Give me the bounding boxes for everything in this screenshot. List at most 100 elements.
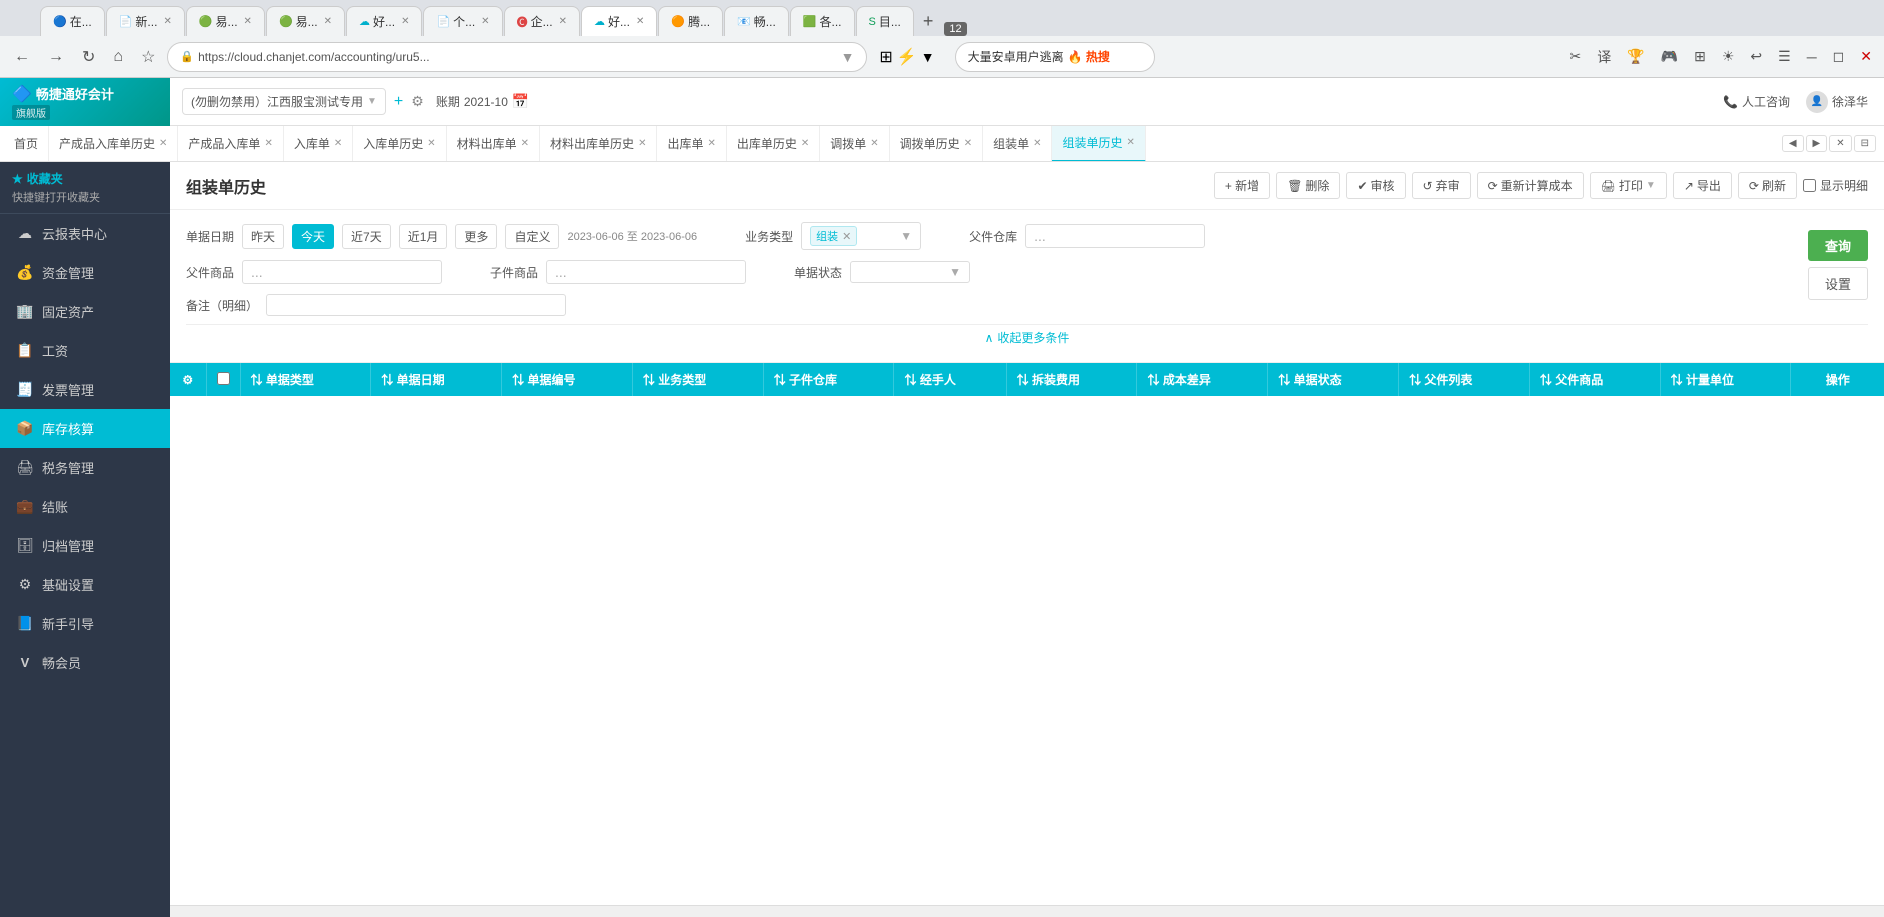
date-btn-custom[interactable]: 自定义 [505,224,559,249]
export-button[interactable]: ↗ 导出 [1673,172,1732,199]
date-btn-1month[interactable]: 近1月 [399,224,448,249]
th-biz-type[interactable]: ⇅ 业务类型 [632,363,763,396]
delete-button[interactable]: 🗑 删除 [1276,172,1340,199]
browser-tab-8[interactable]: ☁ 好... ✕ [581,6,657,36]
filter-settings-button[interactable]: 设置 [1808,267,1868,300]
nav-tab-close-in-history[interactable]: ✕ [427,138,435,149]
browser-tab-12[interactable]: S 目... [856,6,914,36]
biz-type-dropdown[interactable]: ▼ [900,229,912,243]
browser-tab-9[interactable]: 🟠 腾... [658,6,723,36]
recalculate-button[interactable]: ⟳ 重新计算成本 [1477,172,1584,199]
nav-more[interactable]: ⊟ [1854,135,1876,152]
nav-tab-close-assemble[interactable]: ✕ [1033,138,1041,149]
add-company-button[interactable]: + [390,89,407,115]
nav-tab-close-assemble-history[interactable]: ✕ [1127,137,1135,148]
th-date[interactable]: ⇅ 单据日期 [371,363,502,396]
nav-tab-close-out[interactable]: ✕ [707,138,715,149]
th-number[interactable]: ⇅ 单据编号 [502,363,633,396]
sidebar-item-basic-setting[interactable]: ⚙ 基础设置 [0,565,170,604]
nav-scroll-right[interactable]: ▶ [1806,135,1828,152]
bookmark-button[interactable]: ☆ [135,43,161,71]
audit-button[interactable]: ✔ 审核 [1346,172,1405,199]
settings-icon-header[interactable]: ⚙ [407,89,428,114]
th-type[interactable]: ⇅ 单据类型 [240,363,371,396]
status-select[interactable]: ▼ [850,261,970,283]
th-unit[interactable]: ⇅ 计量单位 [1660,363,1791,396]
browser-tab-11[interactable]: 🟩 各... [790,6,855,36]
company-selector[interactable]: (勿删勿禁用）江西服宝测试专用 ▼ [182,88,386,115]
brightness-icon[interactable]: ☀ [1718,44,1739,69]
tab-close-5[interactable]: ✕ [401,16,409,27]
date-btn-today[interactable]: 今天 [292,224,334,249]
biz-type-selector[interactable]: 组装 ✕ ▼ [801,222,921,250]
browser-tab-4[interactable]: 🟢 易... ✕ [266,6,345,36]
new-tab-button[interactable]: + [915,6,942,36]
th-parent-goods[interactable]: ⇅ 父件商品 [1529,363,1660,396]
boost-icon[interactable]: ⚡ [897,47,917,67]
nav-tab-close-prod-in[interactable]: ✕ [264,138,272,149]
sidebar-item-membership[interactable]: V 畅会员 [0,643,170,682]
forward-button[interactable]: → [42,44,70,70]
nav-tab-material-out-history[interactable]: 材料出库单历史 ✕ [540,126,657,162]
nav-tab-home[interactable]: 首页 [4,126,49,162]
tab-close-4[interactable]: ✕ [324,16,332,27]
sidebar-item-inventory[interactable]: 📦 库存核算 [0,409,170,448]
date-btn-yesterday[interactable]: 昨天 [242,224,284,249]
th-parent-list[interactable]: ⇅ 父件列表 [1399,363,1530,396]
biz-type-tag-close[interactable]: ✕ [842,230,851,243]
nav-tab-assemble[interactable]: 组装单 ✕ [983,126,1052,162]
address-dropdown-icon[interactable]: ▼ [841,49,855,65]
nav-tab-material-out[interactable]: 材料出库单 ✕ [447,126,540,162]
undo-icon[interactable]: ↩ [1746,44,1766,69]
sidebar-item-payroll[interactable]: 📋 工资 [0,331,170,370]
sidebar-favorites-sub[interactable]: 快捷键打开收藏夹 [12,189,158,205]
parent-goods-input[interactable]: ... [242,260,442,284]
parent-warehouse-input[interactable]: ... [1025,224,1205,248]
abandon-button[interactable]: ↺ 弃审 [1412,172,1471,199]
sidebar-item-invoice-mgmt[interactable]: 🧾 发票管理 [0,370,170,409]
nav-tab-out-history[interactable]: 出库单历史 ✕ [727,126,820,162]
th-cost-diff[interactable]: ⇅ 成本差异 [1137,363,1268,396]
nav-tab-out[interactable]: 出库单 ✕ [657,126,726,162]
nav-tab-close-transfer-history[interactable]: ✕ [964,138,972,149]
menu-icon[interactable]: ☰ [1774,44,1795,69]
search-bar[interactable]: 大量安卓用户逃离 🔥 热搜 [955,42,1155,72]
nav-tab-assemble-history[interactable]: 组装单历史 ✕ [1052,126,1145,162]
show-detail-checkbox-label[interactable]: 显示明细 [1803,177,1868,194]
nav-tab-prod-in[interactable]: 产成品入库单 ✕ [178,126,283,162]
nav-tab-close-prod-in-history[interactable]: ✕ [159,138,167,149]
th-status[interactable]: ⇅ 单据状态 [1268,363,1399,396]
tab-close-7[interactable]: ✕ [559,16,567,27]
sidebar-item-fixed-asset[interactable]: 🏢 固定资产 [0,292,170,331]
bottom-scrollbar[interactable] [170,905,1884,917]
close-button[interactable]: ✕ [1856,44,1876,69]
show-detail-checkbox[interactable] [1803,179,1816,192]
th-gear[interactable]: ⚙ [170,363,206,396]
translate-icon[interactable]: 译 [1593,43,1615,71]
calendar-icon[interactable]: 📅 [512,93,529,110]
grid-icon[interactable]: ⊞ [1690,44,1710,69]
home-button[interactable]: ⌂ [107,44,129,70]
browser-tab-7[interactable]: 🅒 企... ✕ [504,6,580,36]
nav-tab-close-material-out[interactable]: ✕ [521,138,529,149]
nav-tab-in[interactable]: 入库单 ✕ [284,126,353,162]
service-button[interactable]: 📞 人工咨询 [1723,93,1790,110]
sidebar-item-tax-mgmt[interactable]: 🖨 税务管理 [0,448,170,487]
th-disassembly-cost[interactable]: ⇅ 拆装费用 [1006,363,1137,396]
th-checkbox[interactable] [206,363,240,396]
nav-tab-close-transfer[interactable]: ✕ [870,138,878,149]
sidebar-item-archive-mgmt[interactable]: 🗄 归档管理 [0,526,170,565]
th-handler[interactable]: ⇅ 经手人 [894,363,1006,396]
reward-icon[interactable]: 🏆 [1623,44,1648,69]
address-bar[interactable]: 🔒 https://cloud.chanjet.com/accounting/u… [167,42,867,72]
nav-scroll-left[interactable]: ◀ [1782,135,1804,152]
browser-tab-1[interactable]: 🔵 在... [40,6,105,36]
sidebar-item-fund-mgmt[interactable]: 💰 资金管理 [0,253,170,292]
browser-tab-5[interactable]: ☁ 好... ✕ [346,6,422,36]
browser-tab-10[interactable]: 📧 畅... [724,6,789,36]
query-button[interactable]: 查询 [1808,230,1868,261]
minimize-button[interactable]: ─ [1803,45,1821,69]
date-btn-more[interactable]: 更多 [455,224,497,249]
cut-icon[interactable]: ✂ [1566,44,1586,69]
browser-tab-3[interactable]: 🟢 易... ✕ [186,6,265,36]
